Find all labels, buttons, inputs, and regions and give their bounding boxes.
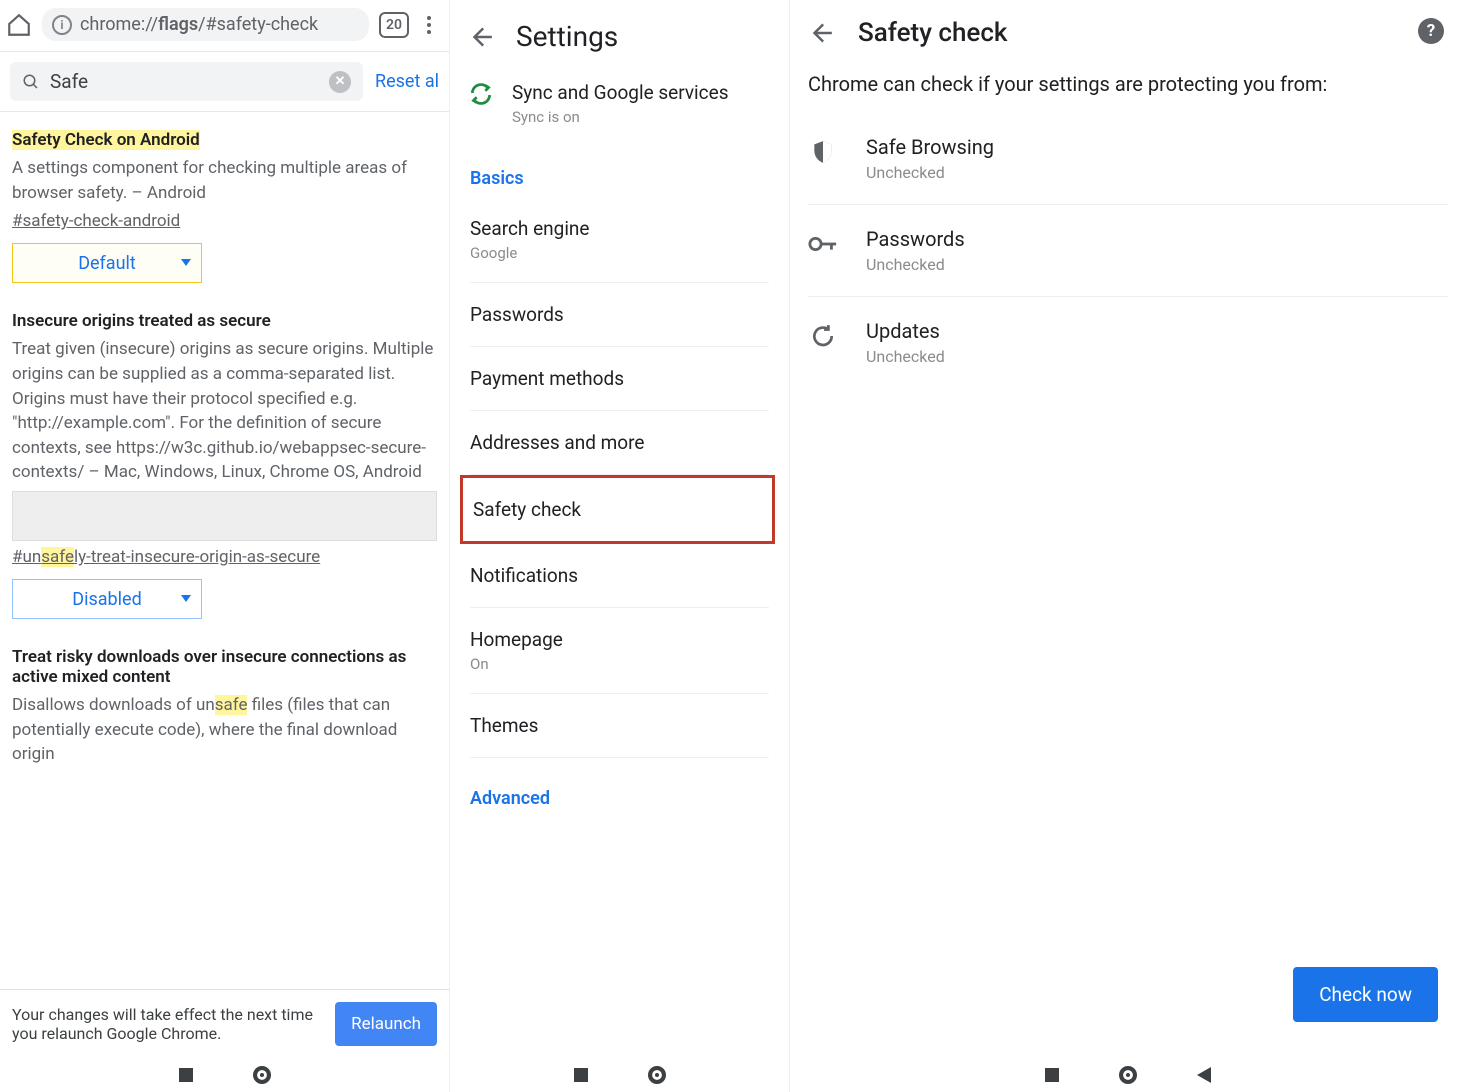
safety-check-page: Safety check ? Chrome can check if your … <box>790 0 1466 1092</box>
settings-row-passwords[interactable]: Passwords <box>470 283 769 347</box>
flag-state-select[interactable]: Disabled <box>12 579 202 619</box>
settings-row-addresses-and-more[interactable]: Addresses and more <box>470 411 769 475</box>
settings-row-themes[interactable]: Themes <box>470 694 769 758</box>
row-label: Homepage <box>470 628 769 651</box>
tab-switcher[interactable]: 20 <box>379 12 409 38</box>
key-icon <box>808 227 838 257</box>
flag-anchor-link[interactable]: #safety-check-android <box>12 211 180 231</box>
nav-home-icon[interactable] <box>648 1066 666 1084</box>
help-icon[interactable]: ? <box>1418 18 1444 44</box>
row-label: Safety check <box>473 498 772 521</box>
flag-search-input[interactable]: Safe ✕ <box>10 62 363 101</box>
info-icon: i <box>52 15 72 35</box>
safety-item-safe-browsing[interactable]: Safe Browsing Unchecked <box>808 113 1448 205</box>
nav-recent-icon[interactable] <box>179 1068 193 1082</box>
nav-recent-icon[interactable] <box>1045 1068 1059 1082</box>
item-status: Unchecked <box>866 255 965 274</box>
back-icon[interactable] <box>468 24 494 50</box>
flags-page: i chrome://flags/#safety-check 20 Safe ✕… <box>0 0 450 1092</box>
android-nav <box>790 1058 1466 1092</box>
safety-description: Chrome can check if your settings are pr… <box>790 62 1466 113</box>
row-label: Notifications <box>470 564 769 587</box>
flag-title: Safety Check on Android <box>12 130 437 150</box>
row-label: Addresses and more <box>470 431 769 454</box>
chevron-down-icon <box>181 595 191 602</box>
row-subtitle: On <box>470 655 769 673</box>
flag-title: Treat risky downloads over insecure conn… <box>12 647 437 687</box>
flags-list[interactable]: Safety Check on Android A settings compon… <box>0 112 449 767</box>
flag-title: Insecure origins treated as secure <box>12 311 437 331</box>
row-label: Payment methods <box>470 367 769 390</box>
item-label: Passwords <box>866 227 965 251</box>
safety-item-passwords[interactable]: Passwords Unchecked <box>808 205 1448 297</box>
safety-item-updates[interactable]: Updates Unchecked <box>808 297 1448 388</box>
nav-home-icon[interactable] <box>253 1066 271 1084</box>
page-title: Safety check <box>858 18 1008 48</box>
nav-back-icon[interactable] <box>1197 1067 1211 1083</box>
item-status: Unchecked <box>866 347 945 366</box>
row-label: Passwords <box>470 303 769 326</box>
flag-state-select[interactable]: Default <box>12 243 202 283</box>
settings-row-notifications[interactable]: Notifications <box>470 544 769 608</box>
check-now-button[interactable]: Check now <box>1293 967 1438 1022</box>
sync-label: Sync and Google services <box>512 81 729 104</box>
row-label: Themes <box>470 714 769 737</box>
flag-search-bar: Safe ✕ Reset al <box>0 52 449 112</box>
flag-description: A settings component for checking multip… <box>12 156 437 205</box>
flag-anchor-link[interactable]: #unsafely-treat-insecure-origin-as-secur… <box>12 547 320 567</box>
overflow-menu-icon[interactable] <box>419 16 439 34</box>
safety-header: Safety check ? <box>790 0 1466 62</box>
section-advanced-label[interactable]: Advanced <box>470 758 769 817</box>
nav-recent-icon[interactable] <box>574 1068 588 1082</box>
back-icon[interactable] <box>808 20 834 46</box>
shield-icon <box>808 135 838 165</box>
flag-item: Insecure origins treated as secure Treat … <box>12 311 437 619</box>
search-icon <box>22 73 40 91</box>
relaunch-banner: Your changes will take effect the next t… <box>0 989 449 1058</box>
flag-item: Safety Check on Android A settings compon… <box>12 130 437 283</box>
settings-row-homepage[interactable]: Homepage On <box>470 608 769 694</box>
search-value: Safe <box>50 70 88 93</box>
flag-description: Treat given (insecure) origins as secure… <box>12 337 437 485</box>
url-bar[interactable]: i chrome://flags/#safety-check <box>42 8 369 41</box>
reset-all-button[interactable]: Reset al <box>375 71 439 92</box>
item-status: Unchecked <box>866 163 994 182</box>
update-icon <box>808 319 838 349</box>
clear-search-icon[interactable]: ✕ <box>329 71 351 93</box>
section-basics-label: Basics <box>470 146 769 197</box>
settings-header: Settings <box>450 0 789 69</box>
item-label: Updates <box>866 319 945 343</box>
relaunch-message: Your changes will take effect the next t… <box>12 1005 319 1043</box>
android-nav <box>0 1058 449 1092</box>
item-label: Safe Browsing <box>866 135 994 159</box>
settings-page: Settings Sync and Google services Sync i… <box>450 0 790 1092</box>
flag-item: Treat risky downloads over insecure conn… <box>12 647 437 767</box>
sync-row[interactable]: Sync and Google services Sync is on <box>450 69 789 146</box>
home-icon[interactable] <box>6 12 32 38</box>
row-subtitle: Google <box>470 244 769 262</box>
relaunch-button[interactable]: Relaunch <box>335 1002 437 1046</box>
page-title: Settings <box>516 20 618 53</box>
row-label: Search engine <box>470 217 769 240</box>
settings-row-payment-methods[interactable]: Payment methods <box>470 347 769 411</box>
android-nav <box>450 1058 789 1092</box>
sync-icon <box>468 81 494 107</box>
settings-row-safety-check[interactable]: Safety check <box>460 475 775 544</box>
nav-home-icon[interactable] <box>1119 1066 1137 1084</box>
sync-subtitle: Sync is on <box>512 108 729 126</box>
url-text: chrome://flags/#safety-check <box>80 14 318 35</box>
flag-description: Disallows downloads of unsafe files (fil… <box>12 693 437 767</box>
settings-row-search-engine[interactable]: Search engine Google <box>470 197 769 283</box>
omnibox: i chrome://flags/#safety-check 20 <box>0 0 449 52</box>
flag-text-input[interactable] <box>12 491 437 541</box>
chevron-down-icon <box>181 259 191 266</box>
